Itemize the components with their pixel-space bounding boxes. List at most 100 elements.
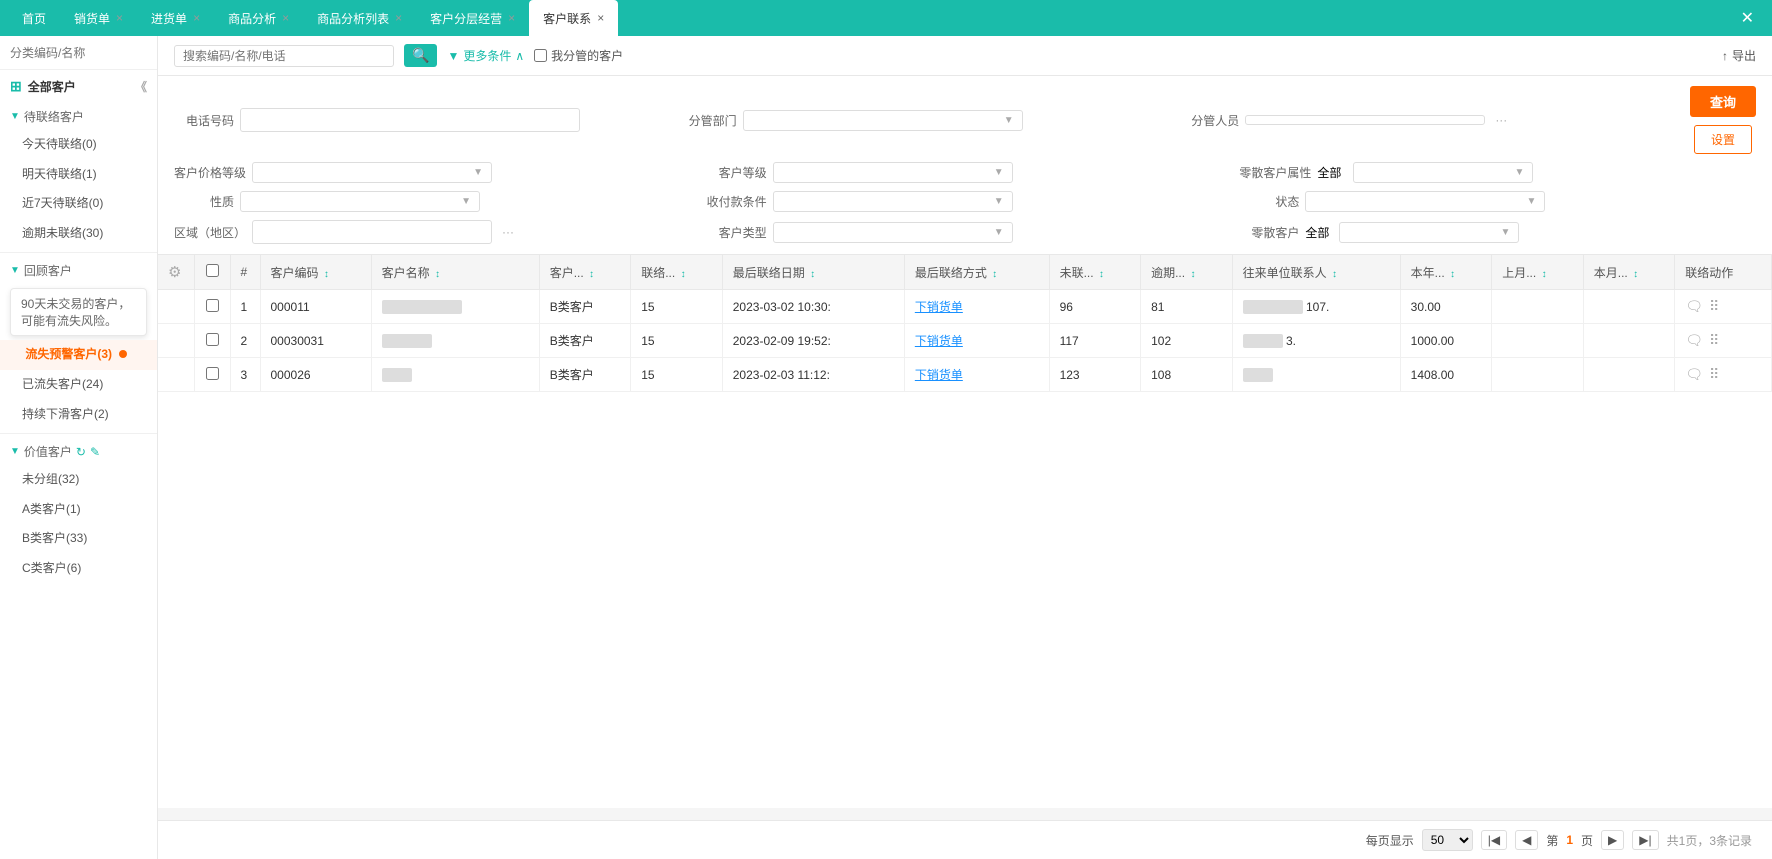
window-close-button[interactable]: ✕ — [1731, 8, 1764, 28]
col-settings[interactable]: ⚙ — [158, 255, 194, 290]
sidebar-item-tomorrow[interactable]: 明天待联络(1) — [0, 160, 157, 190]
col-code-sort-icon[interactable]: ↕ — [324, 269, 329, 280]
pagination-next-button[interactable]: ▶ — [1601, 830, 1624, 850]
row3-checkbox[interactable] — [206, 367, 219, 380]
churn-group[interactable]: ▼ 回顾客户 — [0, 257, 157, 284]
per-page-select[interactable]: 50 100 200 — [1422, 829, 1473, 851]
col-unit-contact[interactable]: 往来单位联系人 ↕ — [1232, 255, 1400, 290]
col-contact[interactable]: 联络... ↕ — [631, 255, 723, 290]
sidebar-collapse-icon[interactable]: 《 — [135, 78, 147, 95]
sidebar-item-today[interactable]: 今天待联络(0) — [0, 130, 157, 160]
row1-more-icon[interactable]: ⠿ — [1709, 298, 1719, 315]
person-select[interactable] — [1245, 115, 1485, 125]
sidebar-item-ungrouped[interactable]: 未分组(32) — [0, 465, 157, 495]
col-uncontacted-sort-icon[interactable]: ↕ — [1099, 269, 1104, 280]
sidebar-item-churn-warning[interactable]: 流失预警客户(3) — [0, 340, 157, 370]
col-name-sort-icon[interactable]: ↕ — [435, 269, 440, 280]
tab-sales[interactable]: 销货单 × — [60, 0, 137, 36]
row1-method-link[interactable]: 下销货单 — [915, 300, 963, 314]
person-dots[interactable]: ··· — [1495, 113, 1507, 127]
tab-customer-layer[interactable]: 客户分层经营 × — [416, 0, 529, 36]
col-this-year-sort-icon[interactable]: ↕ — [1450, 269, 1455, 280]
price-level-select[interactable]: ▼ — [252, 162, 492, 183]
row2-chat-icon[interactable]: 🗨 — [1685, 332, 1703, 349]
customer-level-select[interactable]: ▼ — [773, 162, 1013, 183]
sidebar-item-a-class[interactable]: A类客户(1) — [0, 495, 157, 525]
pagination-first-button[interactable]: |◀ — [1481, 830, 1507, 850]
tab-purchase[interactable]: 进货单 × — [137, 0, 214, 36]
col-last-month[interactable]: 上月... ↕ — [1492, 255, 1584, 290]
col-code[interactable]: 客户编码 ↕ — [260, 255, 371, 290]
horizontal-scrollbar[interactable] — [158, 808, 1772, 820]
pending-contact-group[interactable]: ▼ 待联络客户 — [0, 103, 157, 130]
dept-select[interactable]: ▼ — [743, 110, 1023, 131]
search-button[interactable]: 🔍 — [404, 44, 437, 67]
col-method-sort-icon[interactable]: ↕ — [992, 269, 997, 280]
row2-more-icon[interactable]: ⠿ — [1709, 332, 1719, 349]
settings-gear-icon[interactable]: ⚙ — [168, 264, 181, 281]
sidebar-search-input[interactable] — [10, 46, 158, 60]
row1-chat-icon[interactable]: 🗨 — [1685, 298, 1703, 315]
zero-attr-select[interactable]: ▼ — [1353, 162, 1533, 183]
tab-customer-contact[interactable]: 客户联系 × — [529, 0, 618, 36]
tab-product-analysis-close[interactable]: × — [282, 11, 289, 25]
export-button[interactable]: ↑ 导出 — [1722, 47, 1756, 64]
search-input[interactable] — [183, 49, 385, 63]
col-last-month-sort-icon[interactable]: ↕ — [1542, 269, 1547, 280]
row3-method[interactable]: 下销货单 — [904, 358, 1049, 392]
tab-product-list[interactable]: 商品分析列表 × — [303, 0, 416, 36]
col-name[interactable]: 客户名称 ↕ — [371, 255, 539, 290]
nature-select[interactable]: ▼ — [240, 191, 480, 212]
phone-input[interactable] — [240, 108, 580, 132]
col-last-contact-method[interactable]: 最后联络方式 ↕ — [904, 255, 1049, 290]
tab-customer-layer-close[interactable]: × — [508, 11, 515, 25]
col-level[interactable]: 客户... ↕ — [539, 255, 631, 290]
value-refresh-icon[interactable]: ↻ — [76, 445, 86, 459]
sidebar-item-7days[interactable]: 近7天待联络(0) — [0, 189, 157, 219]
zero-retail-select[interactable]: ▼ — [1339, 222, 1519, 243]
col-last-contact-date[interactable]: 最后联络日期 ↕ — [722, 255, 904, 290]
tab-customer-contact-close[interactable]: × — [597, 11, 604, 25]
col-this-month-sort-icon[interactable]: ↕ — [1633, 269, 1638, 280]
my-customers-checkbox-wrap[interactable]: 我分管的客户 — [534, 47, 623, 64]
row2-checkbox[interactable] — [206, 333, 219, 346]
query-button[interactable]: 查询 — [1690, 86, 1756, 117]
all-customers-title[interactable]: ⊞ 全部客户 《 — [0, 70, 157, 103]
value-group[interactable]: ▼ 价值客户 ↻ ✎ — [0, 438, 157, 465]
more-filters-button[interactable]: ▼ 更多条件 ∧ — [447, 47, 524, 64]
pagination-prev-button[interactable]: ◀ — [1515, 830, 1538, 850]
col-unit-contact-sort-icon[interactable]: ↕ — [1332, 269, 1337, 280]
col-overdue-sort-icon[interactable]: ↕ — [1190, 269, 1195, 280]
tab-product-list-close[interactable]: × — [395, 11, 402, 25]
sidebar-item-churned[interactable]: 已流失客户(24) — [0, 370, 157, 400]
tab-product-analysis[interactable]: 商品分析 × — [214, 0, 303, 36]
col-this-year[interactable]: 本年... ↕ — [1400, 255, 1492, 290]
row3-method-link[interactable]: 下销货单 — [915, 368, 963, 382]
col-date-sort-icon[interactable]: ↕ — [810, 269, 815, 280]
row2-method[interactable]: 下销货单 — [904, 324, 1049, 358]
customer-type-select[interactable]: ▼ — [773, 222, 1013, 243]
col-overdue[interactable]: 逾期... ↕ — [1141, 255, 1233, 290]
row2-method-link[interactable]: 下销货单 — [915, 334, 963, 348]
col-this-month[interactable]: 本月... ↕ — [1583, 255, 1675, 290]
tab-purchase-close[interactable]: × — [193, 11, 200, 25]
sidebar-item-b-class[interactable]: B类客户(33) — [0, 524, 157, 554]
payment-select[interactable]: ▼ — [773, 191, 1013, 212]
col-level-sort-icon[interactable]: ↕ — [589, 269, 594, 280]
sidebar-item-overdue[interactable]: 逾期未联络(30) — [0, 219, 157, 249]
sidebar-item-c-class[interactable]: C类客户(6) — [0, 554, 157, 584]
row3-chat-icon[interactable]: 🗨 — [1685, 366, 1703, 383]
area-input[interactable] — [252, 220, 492, 244]
col-contact-sort-icon[interactable]: ↕ — [681, 269, 686, 280]
tab-home[interactable]: 首页 — [8, 0, 60, 36]
area-dots[interactable]: ··· — [502, 225, 514, 239]
row1-method[interactable]: 下销货单 — [904, 290, 1049, 324]
settings-button[interactable]: 设置 — [1694, 125, 1752, 154]
select-all-checkbox[interactable] — [206, 264, 219, 277]
pagination-last-button[interactable]: ▶| — [1632, 830, 1658, 850]
my-customers-checkbox[interactable] — [534, 49, 547, 62]
sidebar-item-declining[interactable]: 持续下滑客户(2) — [0, 400, 157, 430]
col-uncontacted[interactable]: 未联... ↕ — [1049, 255, 1141, 290]
row3-more-icon[interactable]: ⠿ — [1709, 366, 1719, 383]
value-edit-icon[interactable]: ✎ — [90, 445, 100, 459]
